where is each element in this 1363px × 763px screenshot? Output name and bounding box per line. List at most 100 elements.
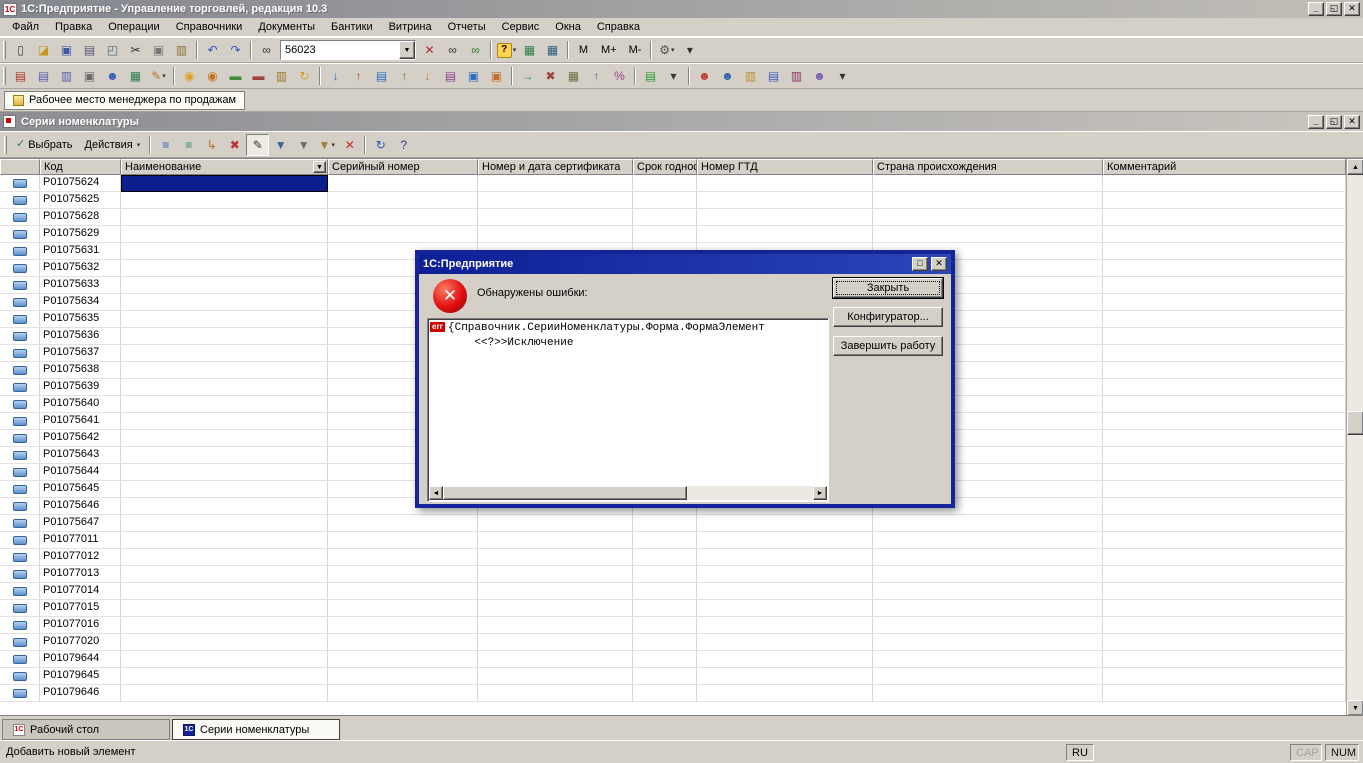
dialog-close-icon[interactable]: ✕ (931, 257, 947, 271)
menu-catalogs[interactable]: Справочники (168, 19, 251, 35)
cell-code[interactable]: P01075647 (40, 515, 121, 532)
cell-serial-number[interactable] (328, 226, 478, 243)
cell-shelf-life[interactable] (633, 651, 697, 668)
menu-service[interactable]: Сервис (494, 19, 548, 35)
child-minimize-icon[interactable]: _ (1308, 114, 1324, 129)
cell-code[interactable]: P01075639 (40, 379, 121, 396)
cell-comment[interactable] (1103, 192, 1346, 209)
help-icon[interactable]: ? (392, 134, 415, 156)
hscroll-track[interactable] (443, 486, 813, 500)
child-restore-icon[interactable]: ◱ (1326, 114, 1342, 129)
cell-comment[interactable] (1103, 651, 1346, 668)
cell-name[interactable] (121, 192, 328, 209)
cell-name[interactable] (121, 515, 328, 532)
cell-code[interactable]: P01077013 (40, 566, 121, 583)
cell-code[interactable]: P01075638 (40, 362, 121, 379)
redo-icon[interactable]: ↷ (224, 39, 247, 61)
cell-name[interactable] (121, 277, 328, 294)
cell-gtd-number[interactable] (697, 515, 873, 532)
cell-shelf-life[interactable] (633, 685, 697, 702)
cell-code[interactable]: P01075634 (40, 294, 121, 311)
cell-gtd-number[interactable] (697, 600, 873, 617)
cell-name[interactable] (121, 294, 328, 311)
cell-certificate[interactable] (478, 668, 633, 685)
table-row[interactable]: P01077020 (0, 634, 1346, 651)
cell-shelf-life[interactable] (633, 668, 697, 685)
cell-name[interactable] (121, 583, 328, 600)
cell-name[interactable] (121, 209, 328, 226)
cell-comment[interactable] (1103, 328, 1346, 345)
spreadsheet-compare-icon[interactable]: ▦ (541, 39, 564, 61)
cell-gtd-number[interactable] (697, 651, 873, 668)
cell-comment[interactable] (1103, 362, 1346, 379)
child-close-icon[interactable]: ✕ (1344, 114, 1360, 129)
selected-cell[interactable] (121, 175, 328, 192)
scroll-right-icon[interactable]: ► (813, 486, 827, 500)
open-document-icon[interactable]: ◪ (32, 39, 55, 61)
cell-gtd-number[interactable] (697, 549, 873, 566)
cell-code[interactable]: P01075629 (40, 226, 121, 243)
cell-origin-country[interactable] (873, 668, 1103, 685)
cell-name[interactable] (121, 464, 328, 481)
cell-name[interactable] (121, 328, 328, 345)
menu-windows[interactable]: Окна (547, 19, 589, 35)
cell-origin-country[interactable] (873, 651, 1103, 668)
list-levels-icon[interactable]: ≡ (177, 134, 200, 156)
filter-by-current-icon[interactable]: ▼ (292, 134, 315, 156)
cell-name[interactable] (121, 396, 328, 413)
dialog-horizontal-scrollbar[interactable]: ◄ ► (429, 486, 827, 500)
cell-gtd-number[interactable] (697, 566, 873, 583)
cell-name[interactable] (121, 600, 328, 617)
cell-comment[interactable] (1103, 481, 1346, 498)
cell-code[interactable]: P01075645 (40, 481, 121, 498)
filter-and-sort-icon[interactable]: ▼ (269, 134, 292, 156)
cell-comment[interactable] (1103, 600, 1346, 617)
find-and-replace-icon[interactable]: ∞ (255, 39, 278, 61)
table-row[interactable]: P01079645 (0, 668, 1346, 685)
cell-shelf-life[interactable] (633, 566, 697, 583)
cell-name[interactable] (121, 634, 328, 651)
currency-operations-icon[interactable]: ↻ (293, 65, 316, 87)
cell-origin-country[interactable] (873, 226, 1103, 243)
cell-code[interactable]: P01077020 (40, 634, 121, 651)
cell-comment[interactable] (1103, 685, 1346, 702)
cell-code[interactable]: P01077015 (40, 600, 121, 617)
filter-history-icon[interactable]: ▼ ▾ (315, 134, 338, 156)
combo-dropdown-icon[interactable]: ▼ (399, 41, 415, 59)
cell-comment[interactable] (1103, 260, 1346, 277)
goods-shipment-return-icon[interactable]: ↓ (416, 65, 439, 87)
cell-name[interactable] (121, 430, 328, 447)
menu-vitrina[interactable]: Витрина (381, 19, 440, 35)
cell-name[interactable] (121, 243, 328, 260)
memory-plus-button[interactable]: М+ (595, 39, 623, 61)
cell-name[interactable] (121, 617, 328, 634)
cell-code[interactable]: P01075628 (40, 209, 121, 226)
menu-reports[interactable]: Отчеты (440, 19, 494, 35)
cell-comment[interactable] (1103, 549, 1346, 566)
cell-code[interactable]: P01079646 (40, 685, 121, 702)
cell-gtd-number[interactable] (697, 209, 873, 226)
cell-origin-country[interactable] (873, 617, 1103, 634)
cell-comment[interactable] (1103, 634, 1346, 651)
cell-shelf-life[interactable] (633, 549, 697, 566)
cell-code[interactable]: P01075635 (40, 311, 121, 328)
goods-shipment-icon[interactable]: ↑ (393, 65, 416, 87)
cell-gtd-number[interactable] (697, 634, 873, 651)
new-document-icon[interactable]: ▯ (9, 39, 32, 61)
header-cell-shelf-life[interactable]: Срок годнос... (633, 159, 697, 175)
close-error-button[interactable]: Закрыть (833, 278, 943, 298)
table-row[interactable]: P01075624 (0, 175, 1346, 192)
table-row[interactable]: P01077011 (0, 532, 1346, 549)
cell-certificate[interactable] (478, 600, 633, 617)
cell-gtd-number[interactable] (697, 192, 873, 209)
cell-serial-number[interactable] (328, 532, 478, 549)
cell-origin-country[interactable] (873, 549, 1103, 566)
cell-shelf-life[interactable] (633, 192, 697, 209)
cell-code[interactable]: P01075633 (40, 277, 121, 294)
cell-code[interactable]: P01075624 (40, 175, 121, 192)
cell-name[interactable] (121, 260, 328, 277)
menu-file[interactable]: Файл (4, 19, 47, 35)
cell-comment[interactable] (1103, 209, 1346, 226)
price-setting-icon[interactable]: % (608, 65, 631, 87)
table-row[interactable]: P01075625 (0, 192, 1346, 209)
